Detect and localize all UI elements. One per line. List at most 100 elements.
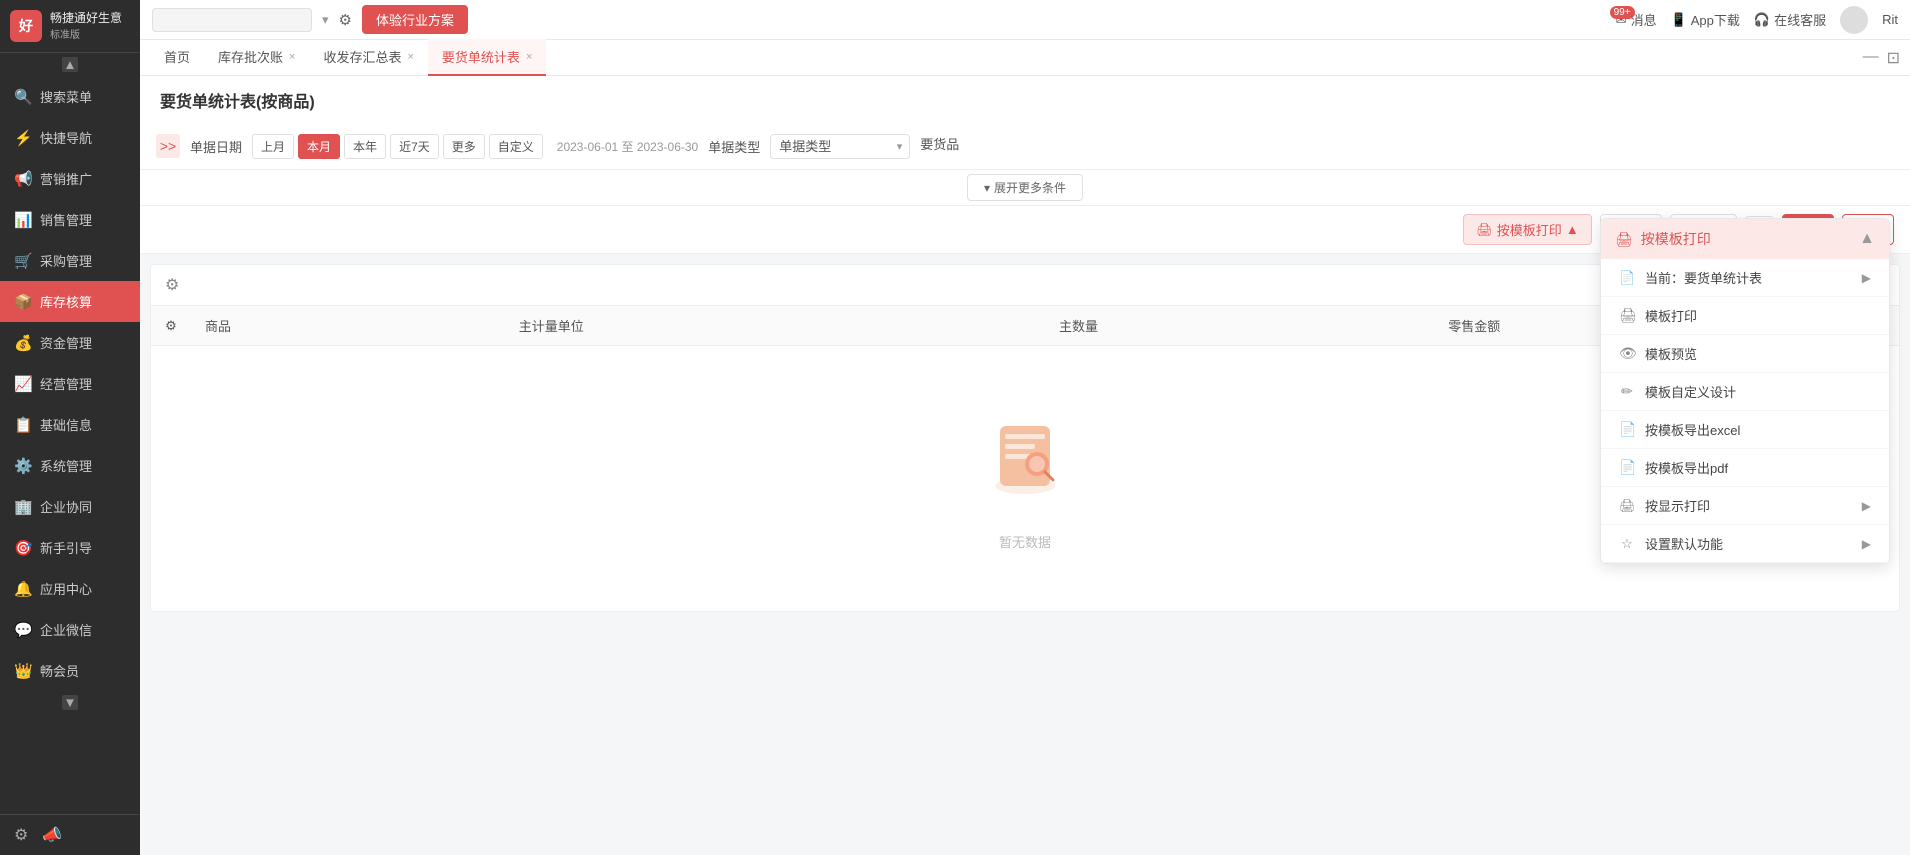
sidebar-item-operations[interactable]: 📈 经营管理 — [0, 363, 140, 404]
appstore-icon: 🔔 — [14, 580, 32, 598]
print-template-header-icon: 🖨 — [1615, 231, 1633, 248]
basic-icon: 📋 — [14, 416, 32, 434]
maximize-button[interactable]: ⊡ — [1887, 48, 1900, 68]
current-icon: 📄 — [1619, 270, 1635, 286]
dropdown-item-export-pdf[interactable]: 📄 按模板导出pdf — [1601, 449, 1889, 487]
table-settings-icon[interactable]: ⚙ — [165, 275, 179, 295]
sidebar-item-system[interactable]: ⚙️ 系统管理 — [0, 445, 140, 486]
sidebar-item-purchase[interactable]: 🛒 采购管理 — [0, 240, 140, 281]
messages-button[interactable]: ✉ 99+ 消息 — [1616, 10, 1657, 29]
display-print-label: 按显示打印 — [1645, 496, 1710, 515]
date-btn-last-month[interactable]: 上月 — [252, 134, 294, 159]
sidebar-scroll-down[interactable]: ▼ — [62, 695, 78, 710]
sidebar-item-sales[interactable]: 📊 销售管理 — [0, 199, 140, 240]
date-btn-7days[interactable]: 近7天 — [390, 134, 439, 159]
sidebar-settings-icon[interactable]: ⚙ — [14, 825, 28, 845]
date-btn-custom[interactable]: 自定义 — [489, 134, 543, 159]
tab-order-stats[interactable]: 要货单统计表 × — [428, 39, 546, 76]
app-badge: 标准版 — [50, 26, 122, 41]
sidebar-item-quick-nav[interactable]: ⚡ 快捷导航 — [0, 117, 140, 158]
dropdown-display-print-left: 🖨 按显示打印 — [1619, 496, 1710, 515]
topbar-search-input[interactable] — [152, 8, 312, 32]
sidebar-item-search[interactable]: 🔍 搜索菜单 — [0, 76, 140, 117]
guide-icon: 🎯 — [14, 539, 32, 557]
sidebar-speaker-icon[interactable]: 📣 — [42, 825, 62, 845]
print-template-button[interactable]: 🖨 按模板打印 ▲ — [1463, 214, 1591, 245]
tab-batch-ledger[interactable]: 库存批次账 × — [204, 39, 309, 76]
order-goods-label: 要货品 — [920, 134, 959, 153]
dropdown-current-label: 当前：要货单统计表 — [1645, 268, 1762, 287]
dropdown-header: 🖨 按模板打印 ▲ — [1601, 219, 1889, 259]
date-btn-more[interactable]: 更多 — [443, 134, 485, 159]
minimize-button[interactable]: — — [1863, 48, 1879, 68]
template-design-icon: ✏ — [1619, 383, 1635, 400]
topbar-gear-icon[interactable]: ⚙ — [339, 11, 352, 29]
dropdown-item-label: 模板打印 — [1645, 306, 1697, 325]
app-logo-icon: 好 — [10, 10, 42, 42]
sidebar-item-label: 资金管理 — [40, 333, 92, 352]
current-arrow-icon: ▶ — [1862, 271, 1871, 285]
sidebar-item-appstore[interactable]: 🔔 应用中心 — [0, 568, 140, 609]
date-buttons: 上月 本月 本年 近7天 更多 自定义 — [252, 134, 543, 159]
date-btn-this-month[interactable]: 本月 — [298, 134, 340, 159]
printer-icon: 🖨 — [1476, 222, 1493, 238]
trial-button[interactable]: 体验行业方案 — [362, 5, 468, 34]
finance-icon: 💰 — [14, 334, 32, 352]
sidebar-item-finance[interactable]: 💰 资金管理 — [0, 322, 140, 363]
sidebar-item-guide[interactable]: 🎯 新手引导 — [0, 527, 140, 568]
sales-icon: 📊 — [14, 211, 32, 229]
app-download-button[interactable]: 📱 App下载 — [1671, 10, 1740, 29]
user-avatar[interactable] — [1840, 6, 1868, 34]
sidebar-item-label: 销售管理 — [40, 210, 92, 229]
app-download-label: App下载 — [1691, 10, 1740, 29]
tab-close-icon[interactable]: × — [289, 51, 295, 63]
sidebar-item-marketing[interactable]: 📢 营销推广 — [0, 158, 140, 199]
sidebar-item-inventory[interactable]: 📦 库存核算 — [0, 281, 140, 322]
dropdown-display-print[interactable]: 🖨 按显示打印 ▶ — [1601, 487, 1889, 525]
expand-more-button[interactable]: ▾ 展开更多条件 — [967, 174, 1083, 201]
online-service-button[interactable]: 🎧 在线客服 — [1754, 10, 1826, 29]
sidebar-item-label: 企业协同 — [40, 497, 92, 516]
tab-close-icon[interactable]: × — [407, 51, 413, 63]
dropdown-current-item[interactable]: 📄 当前：要货单统计表 ▶ — [1601, 259, 1889, 297]
filter-row-3: 要货品 — [920, 134, 959, 153]
print-dropdown-chevron: ▲ — [1566, 222, 1579, 237]
sidebar-item-enterprise[interactable]: 🏢 企业协同 — [0, 486, 140, 527]
sidebar-item-label: 快捷导航 — [40, 128, 92, 147]
topbar-dropdown-chevron[interactable]: ▾ — [322, 12, 329, 28]
sidebar-item-wechat[interactable]: 💬 企业微信 — [0, 609, 140, 650]
sidebar-scroll-up[interactable]: ▲ — [62, 57, 78, 72]
order-type-select[interactable]: 单据类型 — [770, 134, 910, 159]
template-preview-icon: 👁 — [1619, 345, 1635, 362]
dropdown-item-export-excel[interactable]: 📄 按模板导出excel — [1601, 411, 1889, 449]
main-area: ▾ ⚙ 体验行业方案 ✉ 99+ 消息 📱 App下载 🎧 在线客服 Rit — [140, 0, 1910, 855]
dropdown-item-template-print[interactable]: 🖨 模板打印 — [1601, 297, 1889, 335]
messages-badge: 99+ — [1610, 6, 1635, 19]
dropdown-item-template-preview[interactable]: 👁 模板预览 — [1601, 335, 1889, 373]
tab-label: 收发存汇总表 — [323, 47, 401, 66]
expand-more-label: 展开更多条件 — [994, 179, 1066, 196]
sidebar-item-basic[interactable]: 📋 基础信息 — [0, 404, 140, 445]
dropdown-item-template-design[interactable]: ✏ 模板自定义设计 — [1601, 373, 1889, 411]
dropdown-item-label: 按模板导出excel — [1645, 420, 1740, 439]
display-print-icon: 🖨 — [1619, 498, 1635, 514]
filter-more-row: ▾ 展开更多条件 — [140, 170, 1910, 205]
display-print-arrow-icon: ▶ — [1862, 499, 1871, 513]
template-print-icon: 🖨 — [1619, 307, 1635, 324]
sidebar-logo: 好 畅捷通好生意 标准版 — [0, 0, 140, 53]
search-icon: 🔍 — [14, 88, 32, 106]
window-controls: — ⊡ — [1863, 48, 1900, 68]
dropdown-set-default[interactable]: ☆ 设置默认功能 ▶ — [1601, 525, 1889, 563]
online-service-label: 在线客服 — [1774, 10, 1826, 29]
enterprise-icon: 🏢 — [14, 498, 32, 516]
set-default-arrow-icon: ▶ — [1862, 537, 1871, 551]
date-btn-this-year[interactable]: 本年 — [344, 134, 386, 159]
tab-receipt-summary[interactable]: 收发存汇总表 × — [309, 39, 427, 76]
sidebar-item-label: 畅会员 — [40, 661, 79, 680]
tab-home[interactable]: 首页 — [150, 39, 204, 76]
sidebar-item-member[interactable]: 👑 畅会员 — [0, 650, 140, 691]
dropdown-close-icon[interactable]: ▲ — [1859, 230, 1875, 248]
filter-expand-button[interactable]: >> — [156, 134, 180, 158]
sidebar-item-label: 应用中心 — [40, 579, 92, 598]
tab-close-icon[interactable]: × — [526, 51, 532, 63]
